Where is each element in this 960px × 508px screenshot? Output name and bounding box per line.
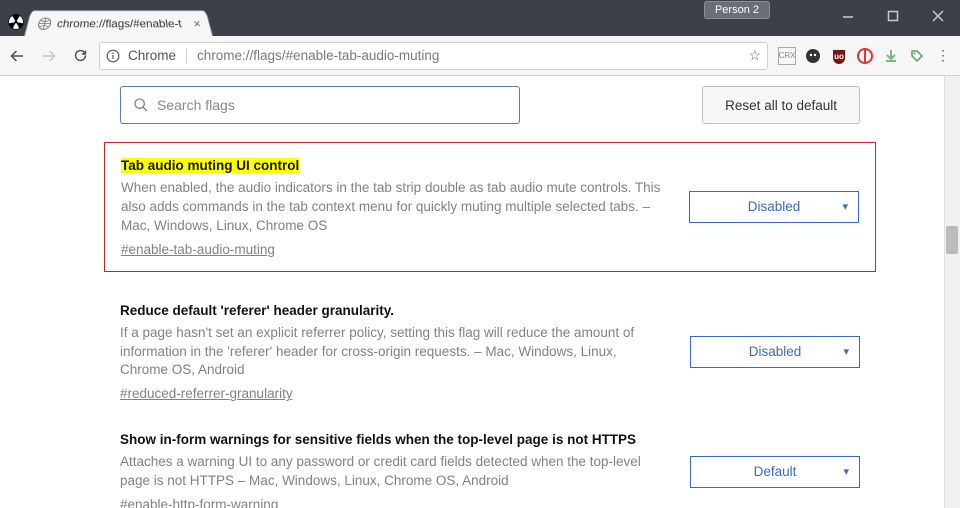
flag-state-select[interactable]: Disabled xyxy=(690,336,860,368)
nav-buttons xyxy=(8,47,89,65)
reload-button[interactable] xyxy=(72,47,89,64)
search-input[interactable]: Search flags xyxy=(120,86,520,124)
minimize-button[interactable] xyxy=(825,0,870,32)
forward-button xyxy=(40,47,58,65)
flag-item: Show in-form warnings for sensitive fiel… xyxy=(120,431,860,508)
flag-description: When enabled, the audio indicators in th… xyxy=(121,179,661,236)
extension-crx-icon[interactable]: CRX xyxy=(778,47,796,65)
url-scheme: Chrome xyxy=(128,48,187,63)
tab-favicon-icon xyxy=(36,17,52,30)
extension-red-icon[interactable] xyxy=(856,47,874,65)
flag-text: Show in-form warnings for sensitive fiel… xyxy=(120,431,662,508)
flag-anchor-link[interactable]: #reduced-referrer-granularity xyxy=(120,386,662,401)
flag-item: Tab audio muting UI control When enabled,… xyxy=(104,142,876,272)
tab-strip: chrome://flags/#enable-t × xyxy=(8,8,213,36)
site-info-icon[interactable] xyxy=(106,49,120,63)
svg-text:uo: uo xyxy=(834,52,844,61)
flag-text: Reduce default 'referer' header granular… xyxy=(120,302,662,402)
extension-ghostery-icon[interactable] xyxy=(804,47,822,65)
search-placeholder: Search flags xyxy=(157,97,235,113)
page-content: Search flags Reset all to default Tab au… xyxy=(0,76,960,508)
window-controls xyxy=(825,0,960,32)
flag-description: Attaches a warning UI to any password or… xyxy=(120,453,662,491)
address-bar[interactable]: Chrome chrome://flags/#enable-tab-audio-… xyxy=(99,42,768,70)
flag-anchor-link[interactable]: #enable-http-form-warning xyxy=(120,497,662,508)
close-button[interactable] xyxy=(915,0,960,32)
extension-tag-icon[interactable] xyxy=(908,47,926,65)
flag-title: Show in-form warnings for sensitive fiel… xyxy=(120,432,636,447)
flag-title: Reduce default 'referer' header granular… xyxy=(120,303,394,318)
radiation-icon xyxy=(8,14,24,30)
toolbar: Chrome chrome://flags/#enable-tab-audio-… xyxy=(0,36,960,76)
profile-badge[interactable]: Person 2 xyxy=(704,1,770,19)
flag-state-select[interactable]: Disabled xyxy=(689,191,859,223)
extension-download-icon[interactable] xyxy=(882,47,900,65)
reset-all-button[interactable]: Reset all to default xyxy=(702,86,860,124)
extension-icons: CRX uo ⋮ xyxy=(778,47,952,65)
window-titlebar: chrome://flags/#enable-t × Person 2 xyxy=(0,0,960,36)
extension-ublock-icon[interactable]: uo xyxy=(830,47,848,65)
bookmark-star-icon[interactable]: ☆ xyxy=(748,47,761,64)
chrome-menu-icon[interactable]: ⋮ xyxy=(934,47,952,65)
search-icon xyxy=(133,97,149,113)
flags-header: Search flags Reset all to default xyxy=(120,86,860,124)
flag-text: Tab audio muting UI control When enabled,… xyxy=(121,157,661,257)
back-button[interactable] xyxy=(8,47,26,65)
flag-title: Tab audio muting UI control xyxy=(121,158,299,173)
browser-tab[interactable]: chrome://flags/#enable-t × xyxy=(24,10,213,36)
scrollbar[interactable] xyxy=(944,76,960,508)
tab-title: chrome://flags/#enable-t xyxy=(56,17,182,30)
flag-item: Reduce default 'referer' header granular… xyxy=(120,302,860,402)
flag-state-select[interactable]: Default xyxy=(690,456,860,488)
maximize-button[interactable] xyxy=(870,0,915,32)
flag-description: If a page hasn't set an explicit referre… xyxy=(120,324,662,381)
tab-close-icon[interactable]: × xyxy=(192,16,202,30)
scrollbar-thumb[interactable] xyxy=(946,226,958,254)
flag-anchor-link[interactable]: #enable-tab-audio-muting xyxy=(121,242,661,257)
url-text: chrome://flags/#enable-tab-audio-muting xyxy=(197,48,740,63)
